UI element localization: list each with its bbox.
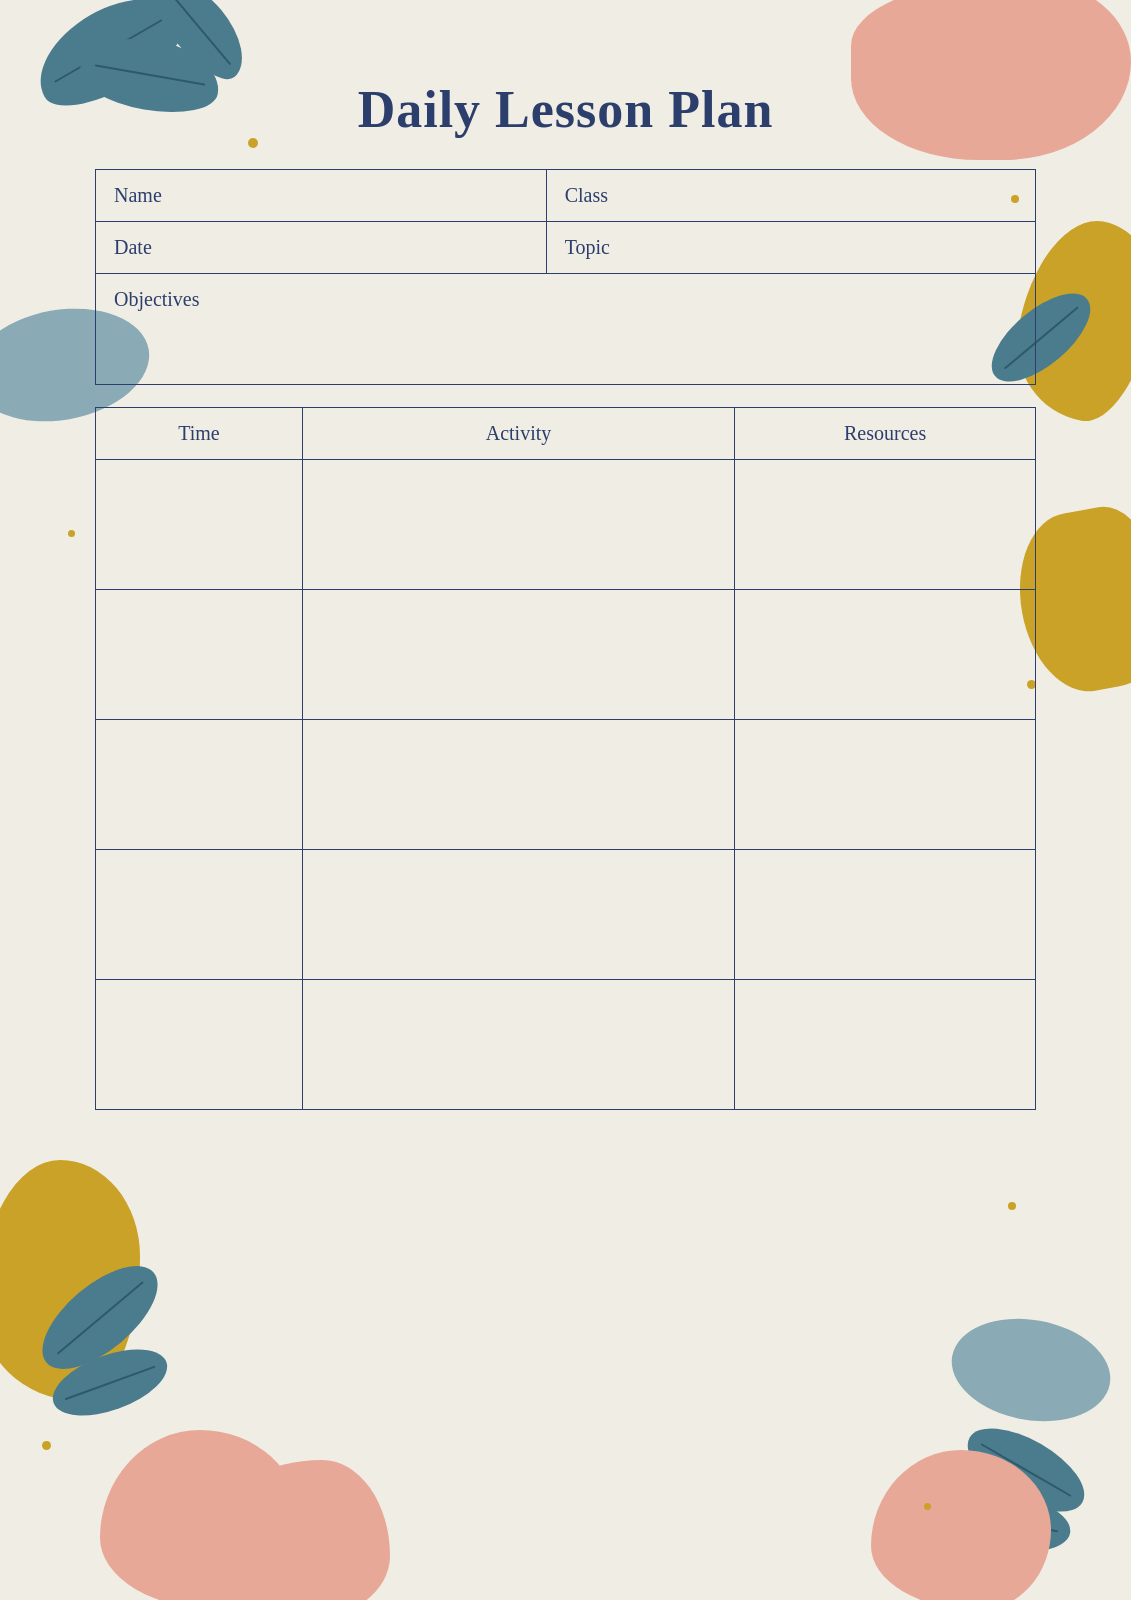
table-body — [96, 460, 1036, 1110]
topic-field: Topic — [547, 222, 1035, 273]
page-content: Daily Lesson Plan Name Class Date Topic … — [95, 80, 1036, 1520]
resources-header: Resources — [735, 408, 1036, 460]
name-class-row: Name Class — [96, 170, 1035, 222]
activity-cell — [302, 590, 734, 720]
resources-cell — [735, 720, 1036, 850]
table-row — [96, 850, 1036, 980]
activity-header: Activity — [302, 408, 734, 460]
activity-cell — [302, 980, 734, 1110]
form-section: Name Class Date Topic Objectives — [95, 169, 1036, 385]
time-cell — [96, 980, 303, 1110]
objectives-row: Objectives — [96, 274, 1035, 384]
time-cell — [96, 590, 303, 720]
resources-cell — [735, 850, 1036, 980]
activity-cell — [302, 720, 734, 850]
dot-decoration — [68, 530, 75, 537]
page-title: Daily Lesson Plan — [95, 80, 1036, 139]
table-row — [96, 460, 1036, 590]
resources-cell — [735, 980, 1036, 1110]
dot-decoration — [42, 1441, 51, 1450]
leaf-decoration — [140, 0, 259, 91]
resources-cell — [735, 460, 1036, 590]
objectives-field: Objectives — [96, 274, 1035, 384]
resources-cell — [735, 590, 1036, 720]
table-row — [96, 590, 1036, 720]
name-field: Name — [96, 170, 547, 221]
table-row — [96, 980, 1036, 1110]
date-field: Date — [96, 222, 547, 273]
class-field: Class — [547, 170, 1035, 221]
time-cell — [96, 460, 303, 590]
time-header: Time — [96, 408, 303, 460]
table-header-row: Time Activity Resources — [96, 408, 1036, 460]
activity-cell — [302, 850, 734, 980]
activity-table: Time Activity Resources — [95, 407, 1036, 1110]
table-row — [96, 720, 1036, 850]
activity-cell — [302, 460, 734, 590]
time-cell — [96, 720, 303, 850]
dot-decoration — [72, 1283, 79, 1290]
time-cell — [96, 850, 303, 980]
date-topic-row: Date Topic — [96, 222, 1035, 274]
